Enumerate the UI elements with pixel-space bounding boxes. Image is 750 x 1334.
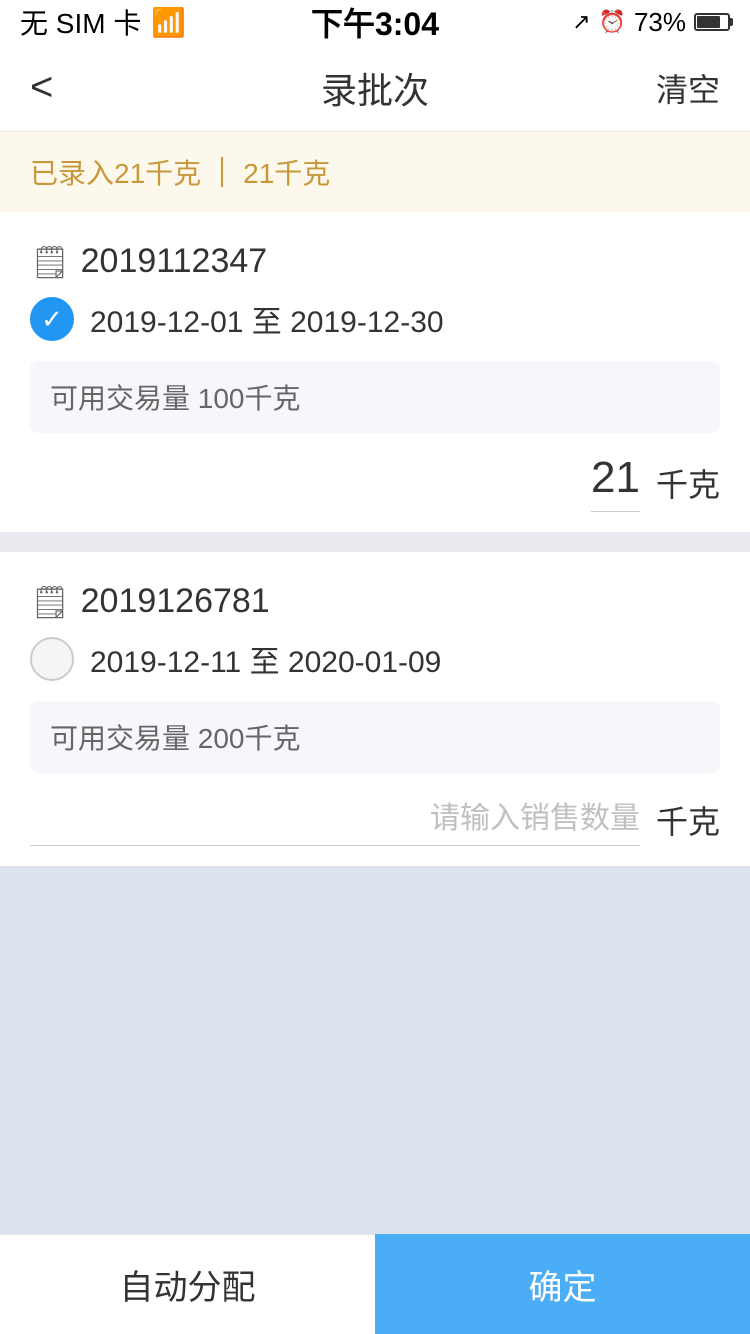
batch-1-date-range: 2019-12-01 至 2019-12-30: [90, 297, 444, 341]
batch-1-header: 🗒 2019112347: [30, 242, 720, 281]
batch-2-icon: 🗒: [30, 583, 71, 621]
batch-2-date-range: 2019-12-11 至 2020-01-09: [90, 637, 441, 681]
batch-card-1: 🗒 2019112347 2019-12-01 至 2019-12-30 可用交…: [0, 212, 750, 433]
summary-divider: [221, 157, 223, 187]
batch-card-2: 🗒 2019126781 2019-12-11 至 2020-01-09 可用交…: [0, 552, 750, 773]
batch-1-id: 2019112347: [81, 242, 268, 281]
batch-1-icon: 🗒: [30, 243, 71, 281]
nav-bar: < 录批次 清空: [0, 44, 750, 132]
battery-label: 73%: [634, 7, 686, 38]
summary-value: 21千克: [243, 152, 330, 192]
back-button[interactable]: <: [30, 65, 90, 110]
batch-1-radio[interactable]: [30, 297, 74, 341]
carrier-label: 无 SIM 卡: [20, 2, 141, 42]
batch-1-qty-value: 21: [591, 453, 640, 503]
wifi-icon: 📶: [151, 6, 186, 39]
battery-icon: [694, 13, 730, 31]
status-left: 无 SIM 卡 📶: [20, 2, 186, 42]
batch-1-available-qty: 可用交易量 100千克: [30, 361, 720, 433]
summary-recorded-label: 已录入21千克: [30, 152, 201, 192]
status-bar: 无 SIM 卡 📶 下午3:04 ↗ ⏰ 73%: [0, 0, 750, 44]
page-title: 录批次: [321, 62, 429, 114]
batch-2-id: 2019126781: [81, 582, 270, 621]
status-time: 下午3:04: [311, 0, 439, 45]
batch-1-date-row: 2019-12-01 至 2019-12-30: [30, 297, 720, 341]
card-divider: [0, 532, 750, 552]
status-right: ↗ ⏰ 73%: [572, 7, 730, 38]
bottom-bar: 自动分配 确定: [0, 1234, 750, 1334]
batch-2-available-qty: 可用交易量 200千克: [30, 701, 720, 773]
batch-1-qty-row: 21 千克: [0, 433, 750, 532]
batch-2-radio[interactable]: [30, 637, 74, 681]
confirm-button[interactable]: 确定: [375, 1234, 750, 1334]
clear-button[interactable]: 清空: [656, 65, 720, 111]
location-icon: ↗: [572, 9, 590, 35]
alarm-icon: ⏰: [599, 9, 626, 35]
batch-2-input-unit: 千克: [656, 797, 720, 843]
summary-bar: 已录入21千克 21千克: [0, 132, 750, 212]
auto-distribute-button[interactable]: 自动分配: [0, 1234, 375, 1334]
batch-2-input-placeholder: 请输入销售数量: [430, 793, 640, 837]
batch-2-input-row[interactable]: 请输入销售数量 千克: [0, 773, 750, 866]
batch-1-qty-unit: 千克: [656, 460, 720, 506]
batch-2-date-row: 2019-12-11 至 2020-01-09: [30, 637, 720, 681]
batch-2-header: 🗒 2019126781: [30, 582, 720, 621]
